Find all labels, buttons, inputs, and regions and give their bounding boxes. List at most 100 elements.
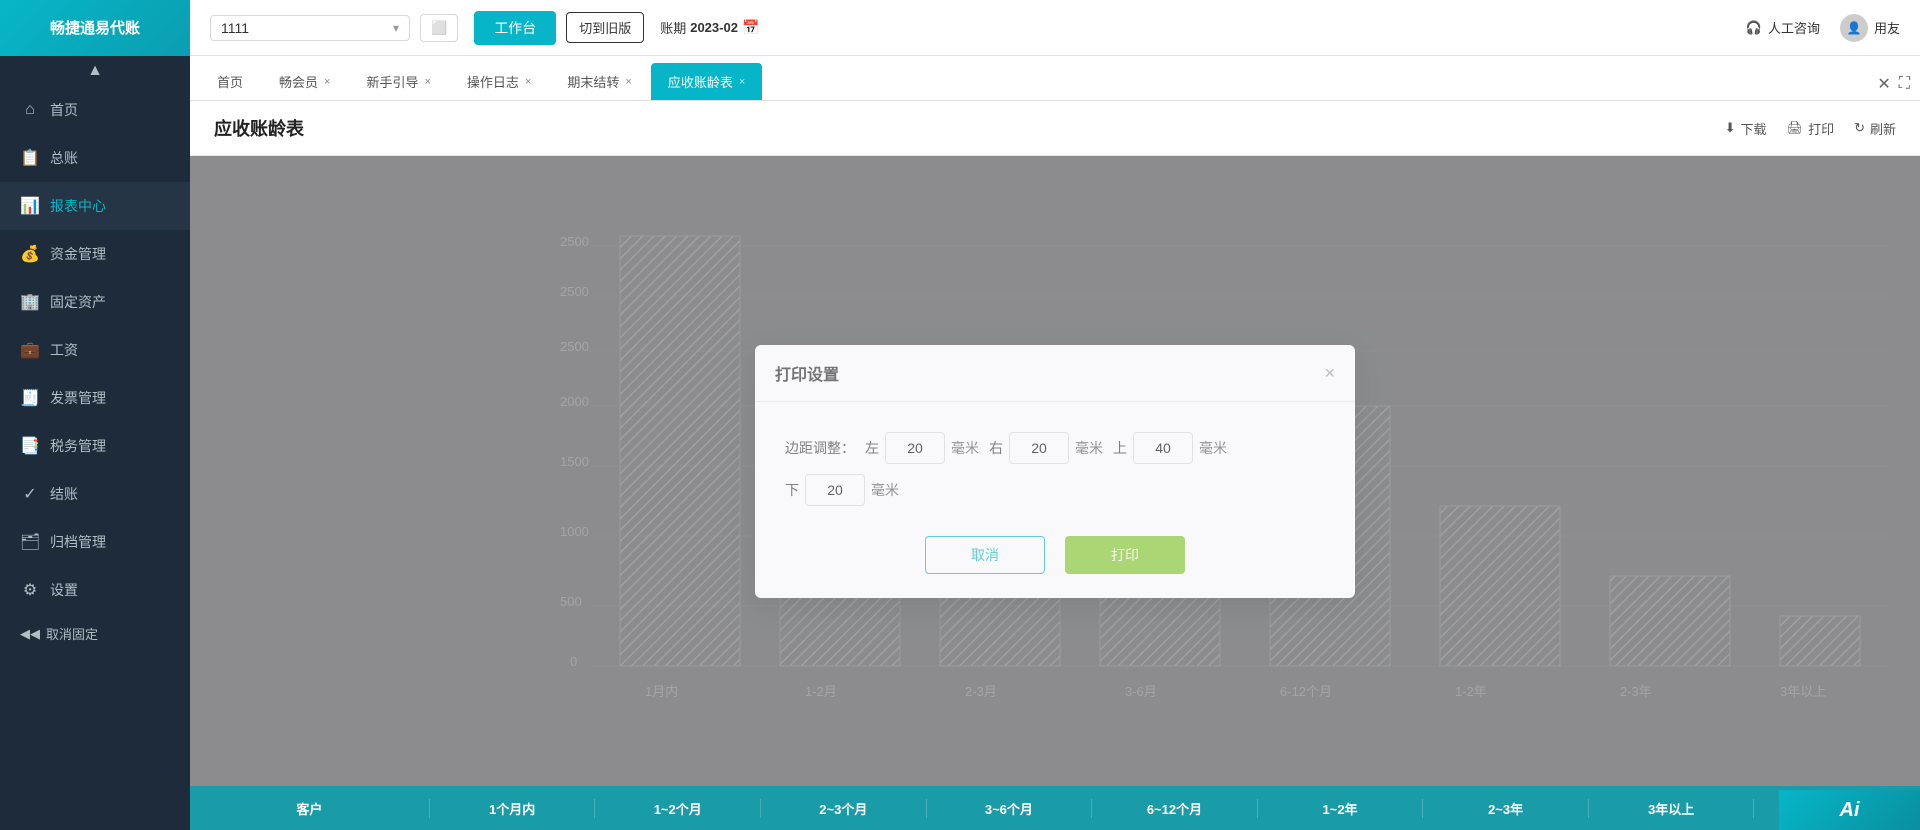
sidebar-item-capital[interactable]: 💰 资金管理 [0, 230, 190, 278]
user-icon: 👤 [1847, 21, 1862, 35]
modal-footer: 取消 打印 [755, 526, 1355, 598]
sidebar-item-checkout[interactable]: ✓结账 [0, 470, 190, 518]
dropdown-arrow-icon: ▾ [393, 21, 399, 35]
tab-close-member[interactable]: × [324, 76, 330, 88]
margin-left-group: 左 毫米 [865, 432, 979, 464]
tab-log[interactable]: 操作日志× [450, 63, 548, 100]
salary-icon: 💼 [20, 340, 40, 360]
margin-bottom-input[interactable] [805, 474, 865, 506]
top-unit: 毫米 [1199, 438, 1227, 458]
sidebar-item-tax[interactable]: 📑 税务管理 [0, 422, 190, 470]
tabs-bar: 首页畅会员×新手引导×操作日志×期末结转×应收账龄表× ✕ ⛶ [190, 56, 1920, 101]
period-value: 2023-02 [690, 20, 738, 35]
tab-aging[interactable]: 应收账龄表× [651, 63, 762, 100]
table-header-row: 客户1个月内1~2个月2~3个月3~6个月6~12个月1~2年2~3年3年以上合… [190, 786, 1920, 830]
old-version-button[interactable]: 切到旧版 [566, 12, 644, 43]
invoice-icon: 🧾 [20, 388, 40, 408]
copy-button[interactable]: ⬜ [420, 14, 458, 42]
tab-label-member: 畅会员 [279, 72, 318, 91]
avatar: 👤 [1840, 14, 1868, 42]
modal-overlay: 打印设置 × 边距调整： 左 毫米 [190, 156, 1920, 786]
tab-member[interactable]: 畅会员 × [262, 63, 347, 100]
margin-top-group: 上 毫米 [1113, 432, 1227, 464]
period-area: 账期 2023-02 📅 [660, 18, 759, 37]
tab-close-aging[interactable]: × [739, 76, 745, 88]
table-header-cell-5: 6~12个月 [1092, 799, 1258, 818]
sidebar-label-report: 报表中心 [50, 196, 106, 216]
sidebar: ▲ ⌂首页📋总账📊报表中心💰资金管理🏢固定资产💼工资🧾发票管理📑税务管理✓结账🗂… [0, 56, 190, 830]
workbench-button[interactable]: 工作台 [474, 11, 556, 45]
sidebar-scroll-up[interactable]: ▲ [0, 56, 190, 86]
download-button[interactable]: ⬇ 下载 [1725, 119, 1767, 138]
tab-maximize-button[interactable]: ⛶ [1899, 75, 1910, 93]
print-confirm-button[interactable]: 打印 [1065, 536, 1185, 574]
print-label: 打印 [1808, 119, 1834, 138]
tab-close-button[interactable]: ✕ [1877, 74, 1890, 94]
table-header-cell-6: 1~2年 [1258, 799, 1424, 818]
sidebar-item-ledger[interactable]: 📋总账 [0, 134, 190, 182]
capital-icon: 💰 [20, 244, 40, 264]
tab-guide[interactable]: 新手引导 × [349, 63, 447, 100]
print-button[interactable]: 🖨 打印 [1787, 119, 1835, 138]
tax-icon: 📑 [20, 436, 40, 456]
top-label: 上 [1113, 438, 1127, 458]
tab-label-home: 首页 [217, 72, 243, 91]
right-unit: 毫米 [1075, 438, 1103, 458]
headset-icon: 🎧 [1746, 20, 1762, 36]
refresh-button[interactable]: ↻ 刷新 [1854, 119, 1896, 138]
sidebar-item-salary[interactable]: 💼工资 [0, 326, 190, 374]
company-selector[interactable]: 1111 ▾ [210, 15, 410, 41]
settings-icon: ⚙ [20, 580, 40, 600]
chart-area: 2500 2500 2500 2000 1500 1000 500 0 [190, 156, 1920, 786]
checkout-icon: ✓ [20, 484, 40, 504]
margin-right-input[interactable] [1009, 432, 1069, 464]
collapse-label: 取消固定 [46, 624, 98, 643]
table-header-cell-3: 2~3个月 [761, 799, 927, 818]
margin-left-input[interactable] [885, 432, 945, 464]
sidebar-item-settings[interactable]: ⚙设置 [0, 566, 190, 614]
sidebar-collapse-button[interactable]: ◀◀ 取消固定 [0, 614, 190, 653]
tab-close-log[interactable]: × [525, 76, 531, 88]
report-icon: 📊 [20, 196, 40, 216]
period-label: 账期 [660, 18, 686, 37]
sidebar-item-home[interactable]: ⌂首页 [0, 86, 190, 134]
sidebar-label-ledger: 总账 [50, 148, 78, 168]
user-label: 用友 [1874, 18, 1900, 37]
margin-top-input[interactable] [1133, 432, 1193, 464]
cancel-button[interactable]: 取消 [925, 536, 1045, 574]
consultant-label: 人工咨询 [1768, 18, 1820, 37]
tab-period-close[interactable]: 期末结转× [550, 63, 648, 100]
bottom-unit: 毫米 [871, 480, 899, 500]
tab-label-guide: 新手引导 [366, 72, 418, 91]
modal-title: 打印设置 [775, 361, 839, 385]
bottom-label: 下 [785, 480, 799, 500]
tab-close-period-close[interactable]: × [625, 76, 631, 88]
tab-home[interactable]: 首页 [200, 63, 260, 100]
logo-text: 畅捷通易代账 [50, 17, 140, 38]
calendar-icon[interactable]: 📅 [742, 19, 759, 36]
sidebar-item-invoice[interactable]: 🧾 发票管理 [0, 374, 190, 422]
sidebar-label-capital: 资金管理 [50, 244, 106, 264]
consultant-button[interactable]: 🎧 人工咨询 [1746, 18, 1820, 37]
modal-close-button[interactable]: × [1324, 364, 1335, 382]
sidebar-item-assets[interactable]: 🏢 固定资产 [0, 278, 190, 326]
home-icon: ⌂ [20, 101, 40, 119]
page-header: 应收账龄表 ⬇ 下载 🖨 打印 ↻ 刷新 [190, 101, 1920, 156]
assets-icon: 🏢 [20, 292, 40, 312]
copy-icon: ⬜ [431, 20, 447, 35]
download-icon: ⬇ [1725, 120, 1736, 136]
sidebar-label-assets: 固定资产 [50, 292, 106, 312]
sidebar-item-archive[interactable]: 🗂归档管理 [0, 518, 190, 566]
user-area[interactable]: 👤 用友 [1840, 14, 1900, 42]
company-name: 1111 [221, 20, 385, 36]
modal-body: 边距调整： 左 毫米 右 毫米 [755, 402, 1355, 526]
sidebar-label-tax: 税务管理 [50, 436, 106, 456]
page-title: 应收账龄表 [214, 115, 304, 141]
modal-header: 打印设置 × [755, 345, 1355, 402]
margin-label: 边距调整： [785, 438, 855, 458]
tab-close-guide[interactable]: × [424, 76, 430, 88]
sidebar-label-invoice: 发票管理 [50, 388, 106, 408]
archive-icon: 🗂 [20, 532, 40, 552]
table-header-cell-2: 1~2个月 [595, 799, 761, 818]
sidebar-item-report[interactable]: 📊 报表中心 [0, 182, 190, 230]
